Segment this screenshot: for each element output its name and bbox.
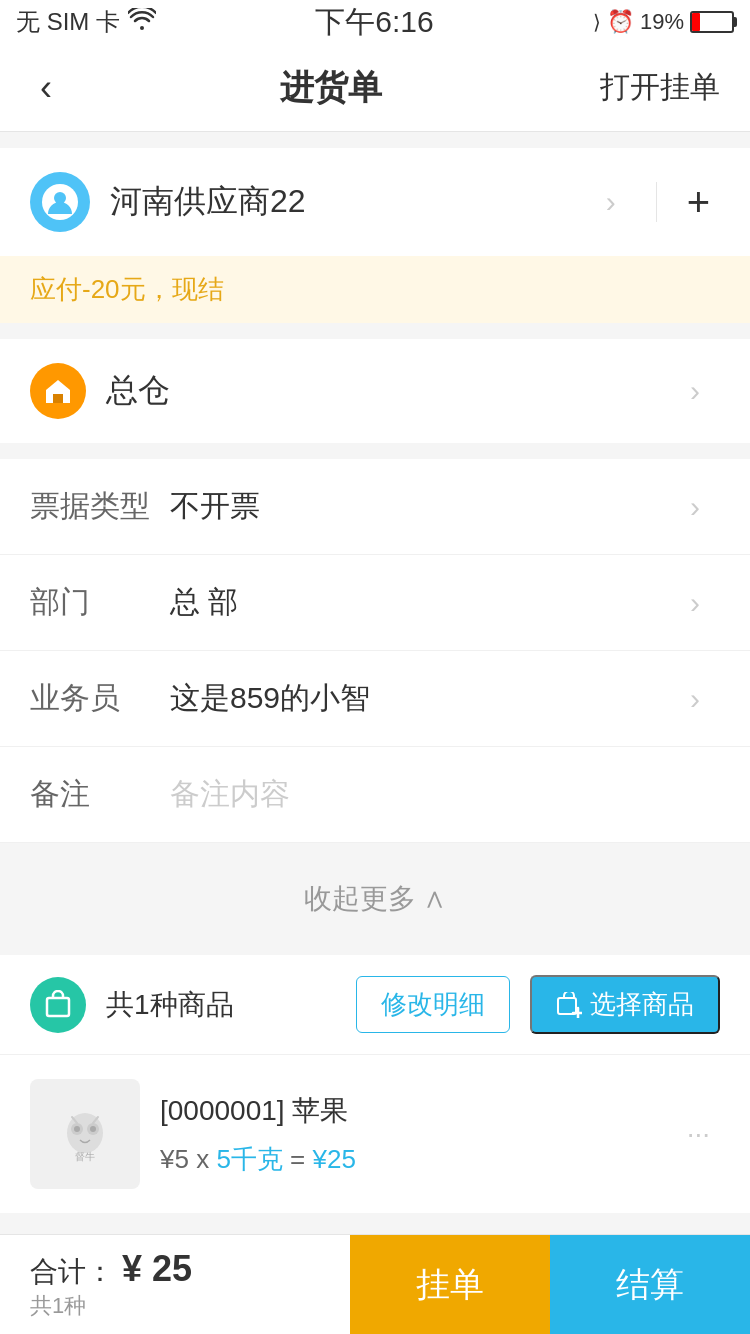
supplier-row[interactable]: 河南供应商22 › + — [0, 148, 750, 256]
collapse-button[interactable]: 收起更多 ∧ — [0, 859, 750, 939]
invoice-type-label: 票据类型 — [30, 486, 150, 527]
svg-point-11 — [90, 1126, 96, 1132]
battery-icon — [690, 11, 734, 33]
supplier-divider — [656, 182, 657, 222]
dept-label: 部门 — [30, 582, 150, 623]
salesperson-row[interactable]: 业务员 这是859的小智 › — [0, 651, 750, 747]
products-section: 共1种商品 修改明细 选择商品 — [0, 955, 750, 1213]
products-header: 共1种商品 修改明细 选择商品 — [0, 955, 750, 1054]
product-name: [0000001] 苹果 — [160, 1092, 657, 1130]
dept-row[interactable]: 部门 总 部 › — [0, 555, 750, 651]
warehouse-section: 总仓 › — [0, 339, 750, 443]
svg-rect-3 — [47, 998, 69, 1016]
warehouse-name: 总仓 — [106, 369, 690, 413]
hang-button[interactable]: 挂单 — [350, 1235, 550, 1335]
product-info: [0000001] 苹果 ¥5 x 5千克 = ¥25 — [160, 1092, 657, 1177]
total-amount: ¥ 25 — [122, 1248, 192, 1290]
bottom-bar: 合计： ¥ 25 共1种 挂单 结算 — [0, 1234, 750, 1334]
total-label: 合计： ¥ 25 — [30, 1248, 320, 1291]
warehouse-row[interactable]: 总仓 › — [0, 339, 750, 443]
salesperson-chevron-icon: › — [690, 682, 700, 716]
page-title: 进货单 — [280, 65, 382, 111]
open-hang-button[interactable]: 打开挂单 — [600, 67, 720, 108]
select-product-label: 选择商品 — [590, 987, 694, 1022]
product-thumb-icon: 督牛 — [50, 1095, 120, 1174]
svg-point-10 — [74, 1126, 80, 1132]
product-item: 督牛 [0000001] 苹果 ¥5 x 5千克 = ¥25 ··· — [0, 1054, 750, 1213]
nav-bar: ‹ 进货单 打开挂单 — [0, 44, 750, 132]
status-bar: 无 SIM 卡 下午6:16 ⟩ ⏰ 19% — [0, 0, 750, 44]
form-section: 票据类型 不开票 › 部门 总 部 › 业务员 这是859的小智 › 备注 备注… — [0, 459, 750, 843]
svg-text:督牛: 督牛 — [75, 1151, 95, 1162]
quantity: 5千克 — [216, 1144, 282, 1174]
supplier-name: 河南供应商22 — [110, 180, 606, 224]
svg-rect-4 — [558, 998, 576, 1014]
checkout-button[interactable]: 结算 — [550, 1235, 750, 1335]
battery-text: 19% — [640, 9, 684, 35]
supplier-avatar — [30, 172, 90, 232]
total-section: 合计： ¥ 25 共1种 — [0, 1248, 350, 1321]
dept-value: 总 部 — [150, 582, 690, 623]
status-right: ⟩ ⏰ 19% — [593, 9, 734, 35]
back-button[interactable]: ‹ — [30, 57, 62, 119]
select-product-button[interactable]: 选择商品 — [530, 975, 720, 1034]
invoice-type-value: 不开票 — [150, 486, 690, 527]
supplier-chevron-icon: › — [606, 185, 616, 219]
total-sub: 共1种 — [30, 1291, 320, 1321]
unit-price: ¥5 x — [160, 1144, 216, 1174]
location-icon: ⟩ — [593, 10, 601, 34]
product-menu-button[interactable]: ··· — [677, 1108, 720, 1160]
product-thumbnail: 督牛 — [30, 1079, 140, 1189]
invoice-type-row[interactable]: 票据类型 不开票 › — [0, 459, 750, 555]
remark-input[interactable]: 备注内容 — [150, 774, 720, 815]
salesperson-label: 业务员 — [30, 678, 150, 719]
subtotal: ¥25 — [313, 1144, 356, 1174]
equals: = — [290, 1144, 312, 1174]
wifi-icon — [128, 8, 156, 36]
invoice-chevron-icon: › — [690, 490, 700, 524]
status-time: 下午6:16 — [315, 2, 433, 43]
collapse-section: 收起更多 ∧ — [0, 859, 750, 939]
svg-rect-2 — [53, 394, 63, 403]
add-button[interactable]: + — [677, 180, 720, 225]
alert-banner: 应付-20元，现结 — [0, 256, 750, 323]
main-content: 河南供应商22 › + 应付-20元，现结 总仓 › 票据类型 不开票 › — [0, 148, 750, 1329]
status-left: 无 SIM 卡 — [16, 6, 156, 38]
edit-detail-button[interactable]: 修改明细 — [356, 976, 510, 1033]
warehouse-icon — [30, 363, 86, 419]
product-count-text: 共1种商品 — [106, 986, 336, 1024]
remark-row[interactable]: 备注 备注内容 — [0, 747, 750, 843]
carrier-text: 无 SIM 卡 — [16, 6, 120, 38]
remark-label: 备注 — [30, 774, 150, 815]
dept-chevron-icon: › — [690, 586, 700, 620]
avatar-icon — [42, 184, 78, 220]
warehouse-chevron-icon: › — [690, 374, 700, 408]
product-code: [0000001] — [160, 1095, 292, 1126]
total-text: 合计： — [30, 1253, 114, 1291]
product-title: 苹果 — [292, 1095, 348, 1126]
alarm-icon: ⏰ — [607, 9, 634, 35]
salesperson-value: 这是859的小智 — [150, 678, 690, 719]
product-price: ¥5 x 5千克 = ¥25 — [160, 1142, 657, 1177]
product-count-icon — [30, 977, 86, 1033]
supplier-section: 河南供应商22 › + 应付-20元，现结 — [0, 148, 750, 323]
